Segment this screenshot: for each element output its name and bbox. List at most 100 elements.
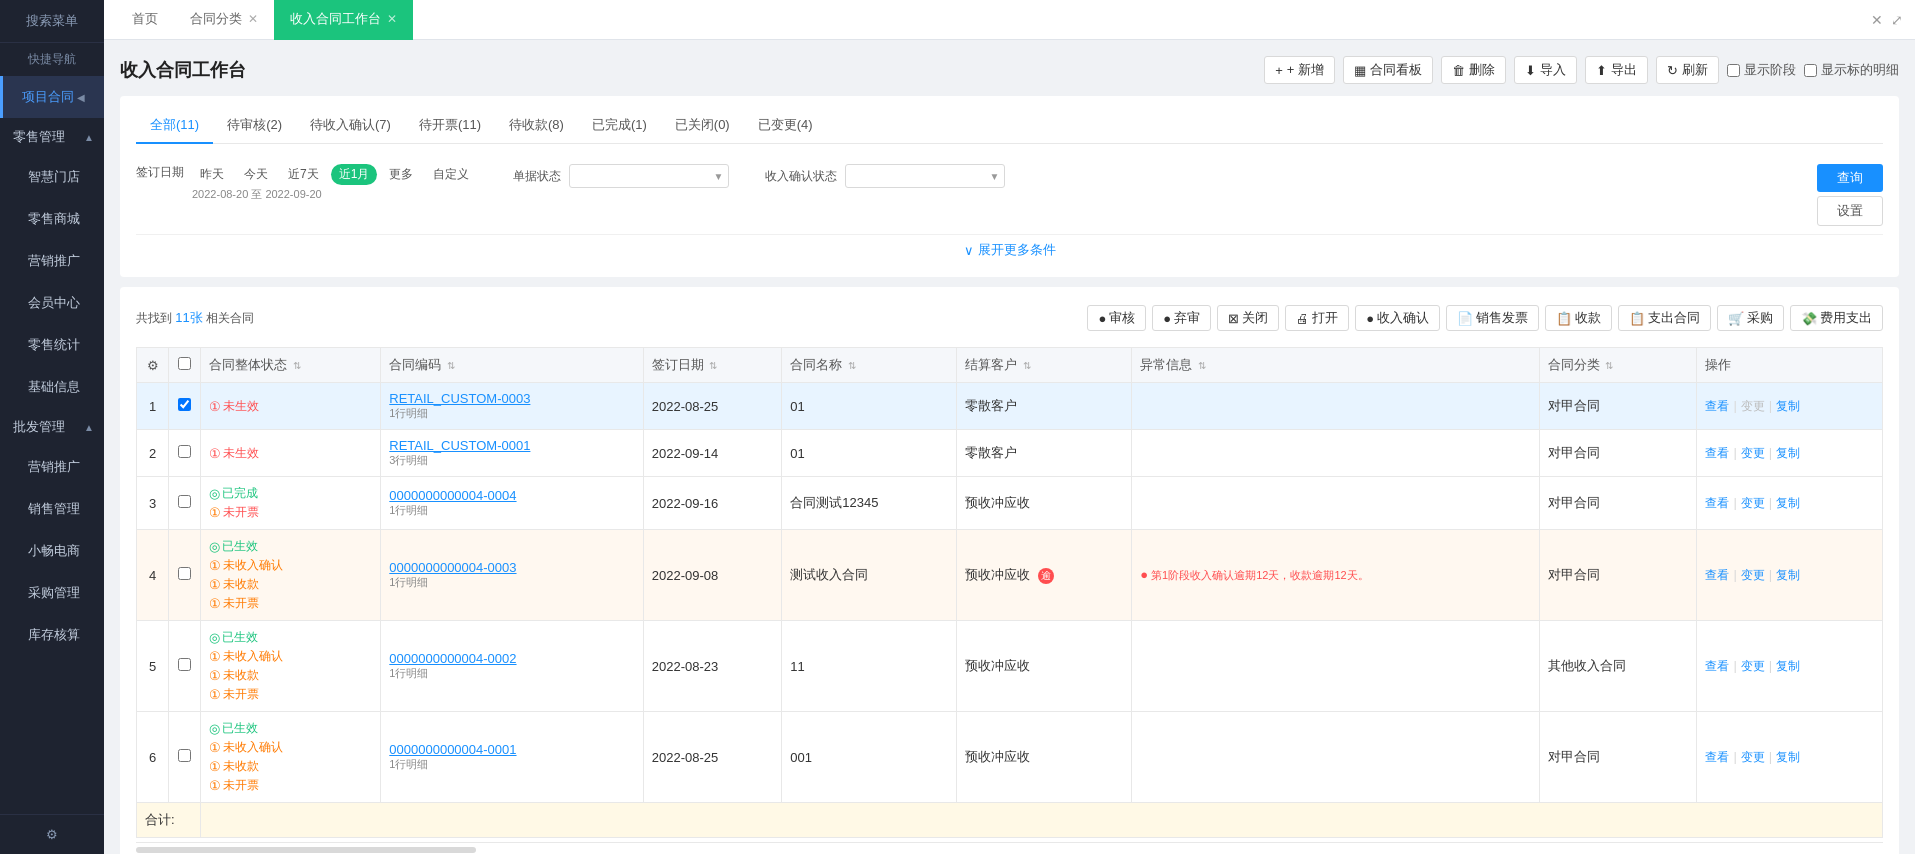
col-checkbox[interactable]	[169, 348, 201, 383]
tab-home[interactable]: 首页	[116, 0, 174, 40]
tab-contract-category[interactable]: 合同分类 ✕	[174, 0, 274, 40]
sidebar-item-wholesale-mgmt[interactable]: 批发管理 ▲	[0, 408, 104, 446]
date-btn-yesterday[interactable]: 昨天	[192, 164, 232, 185]
date-btn-today[interactable]: 今天	[236, 164, 276, 185]
sidebar-item-xiaochange[interactable]: 小畅电商	[0, 530, 104, 572]
abandon-action-btn[interactable]: ● 弃审	[1152, 305, 1211, 331]
filter-tab-pending-payment[interactable]: 待收款(8)	[495, 108, 578, 144]
horizontal-scrollbar[interactable]	[136, 847, 476, 853]
expense-action-btn[interactable]: 💸 费用支出	[1790, 305, 1883, 331]
col-contract-code[interactable]: 合同编码 ⇅	[381, 348, 643, 383]
show-stages-checkbox-label[interactable]: 显示阶段	[1727, 61, 1796, 79]
sidebar-item-project[interactable]: 项目合同 ◀	[0, 76, 104, 118]
contract-code-link[interactable]: RETAIL_CUSTOM-0003	[389, 391, 634, 406]
row-change-btn[interactable]: 变更	[1741, 567, 1765, 584]
cell-checkbox[interactable]	[169, 712, 201, 803]
filter-tab-all[interactable]: 全部(11)	[136, 108, 213, 144]
col-contract-name[interactable]: 合同名称 ⇅	[782, 348, 957, 383]
contract-code-link[interactable]: 0000000000004-0004	[389, 488, 634, 503]
col-exception[interactable]: 异常信息 ⇅	[1132, 348, 1540, 383]
cell-checkbox[interactable]	[169, 621, 201, 712]
kanban-btn[interactable]: ▦ 合同看板	[1343, 56, 1433, 84]
sidebar-nav-header[interactable]: 快捷导航	[0, 43, 104, 76]
cell-checkbox[interactable]	[169, 477, 201, 530]
purchase-action-btn[interactable]: 🛒 采购	[1717, 305, 1784, 331]
row-view-btn[interactable]: 查看	[1705, 658, 1729, 675]
window-maximize-btn[interactable]: ⤢	[1891, 12, 1903, 28]
delete-btn[interactable]: 🗑 删除	[1441, 56, 1506, 84]
row-copy-btn[interactable]: 复制	[1776, 658, 1800, 675]
row-view-btn[interactable]: 查看	[1705, 749, 1729, 766]
show-stages-checkbox[interactable]	[1727, 64, 1740, 77]
row-view-btn[interactable]: 查看	[1705, 398, 1729, 415]
export-btn[interactable]: ⬆ 导出	[1585, 56, 1648, 84]
row-change-btn[interactable]: 变更	[1741, 445, 1765, 462]
sidebar-item-marketing[interactable]: 营销推广	[0, 240, 104, 282]
sidebar-item-sales-mgmt[interactable]: 销售管理	[0, 488, 104, 530]
show-details-checkbox[interactable]	[1804, 64, 1817, 77]
date-btn-last1month[interactable]: 近1月	[331, 164, 378, 185]
select-all-checkbox[interactable]	[178, 357, 191, 370]
row-copy-btn[interactable]: 复制	[1776, 495, 1800, 512]
review-action-btn[interactable]: ● 审核	[1087, 305, 1146, 331]
filter-tab-completed[interactable]: 已完成(1)	[578, 108, 661, 144]
sidebar-item-retail-mgmt[interactable]: 零售管理 ▲	[0, 118, 104, 156]
row-change-btn[interactable]: 变更	[1741, 495, 1765, 512]
row-copy-btn[interactable]: 复制	[1776, 445, 1800, 462]
show-details-checkbox-label[interactable]: 显示标的明细	[1804, 61, 1899, 79]
contract-code-link[interactable]: 0000000000004-0001	[389, 742, 634, 757]
row-copy-btn[interactable]: 复制	[1776, 398, 1800, 415]
col-customer[interactable]: 结算客户 ⇅	[956, 348, 1131, 383]
collection-action-btn[interactable]: 📋 收款	[1545, 305, 1612, 331]
sidebar-search[interactable]: 搜索菜单	[0, 0, 104, 43]
refresh-btn[interactable]: ↻ 刷新	[1656, 56, 1719, 84]
sales-invoice-action-btn[interactable]: 📄 销售发票	[1446, 305, 1539, 331]
import-btn[interactable]: ⬇ 导入	[1514, 56, 1577, 84]
sidebar-item-retail-stat[interactable]: 零售统计	[0, 324, 104, 366]
doc-status-select[interactable]	[569, 164, 729, 188]
date-btn-custom[interactable]: 自定义	[425, 164, 477, 185]
row-view-btn[interactable]: 查看	[1705, 445, 1729, 462]
col-sign-date[interactable]: 签订日期 ⇅	[643, 348, 782, 383]
row-copy-btn[interactable]: 复制	[1776, 567, 1800, 584]
sidebar-item-basic-info[interactable]: 基础信息	[0, 366, 104, 408]
sidebar-item-marketing2[interactable]: 营销推广	[0, 446, 104, 488]
sidebar-item-inventory[interactable]: 库存核算	[0, 614, 104, 656]
tab-income-workbench[interactable]: 收入合同工作台 ✕	[274, 0, 413, 40]
cell-checkbox[interactable]	[169, 430, 201, 477]
filter-tab-pending-review[interactable]: 待审核(2)	[213, 108, 296, 144]
window-close-btn[interactable]: ✕	[1871, 12, 1883, 28]
sidebar-item-smart-store[interactable]: 智慧门店	[0, 156, 104, 198]
output-contract-action-btn[interactable]: 📋 支出合同	[1618, 305, 1711, 331]
col-overall-status[interactable]: 合同整体状态 ⇅	[201, 348, 381, 383]
contract-code-link[interactable]: 0000000000004-0002	[389, 651, 634, 666]
date-btn-more[interactable]: 更多	[381, 164, 421, 185]
sidebar-settings-btn[interactable]: ⚙	[0, 815, 104, 854]
contract-code-link[interactable]: RETAIL_CUSTOM-0001	[389, 438, 634, 453]
row-change-btn[interactable]: 变更	[1741, 658, 1765, 675]
sidebar-item-purchase-mgmt[interactable]: 采购管理	[0, 572, 104, 614]
row-change-btn[interactable]: 变更	[1741, 749, 1765, 766]
income-confirm-select[interactable]	[845, 164, 1005, 188]
filter-tab-pending-confirm[interactable]: 待收入确认(7)	[296, 108, 405, 144]
filter-setting-btn[interactable]: 设置	[1817, 196, 1883, 226]
cell-checkbox[interactable]	[169, 530, 201, 621]
col-category[interactable]: 合同分类 ⇅	[1539, 348, 1697, 383]
sidebar-item-member[interactable]: 会员中心	[0, 282, 104, 324]
expand-btn[interactable]: ∨ 展开更多条件	[964, 241, 1056, 259]
filter-tab-closed[interactable]: 已关闭(0)	[661, 108, 744, 144]
close-action-btn[interactable]: ⊠ 关闭	[1217, 305, 1279, 331]
tab-close-contract-category[interactable]: ✕	[248, 12, 258, 26]
query-btn[interactable]: 查询	[1817, 164, 1883, 192]
filter-tab-pending-invoice[interactable]: 待开票(11)	[405, 108, 495, 144]
new-btn[interactable]: + + 新增	[1264, 56, 1335, 84]
contract-code-link[interactable]: 0000000000004-0003	[389, 560, 634, 575]
row-view-btn[interactable]: 查看	[1705, 495, 1729, 512]
sidebar-item-retail-mall[interactable]: 零售商城	[0, 198, 104, 240]
row-view-btn[interactable]: 查看	[1705, 567, 1729, 584]
col-settings[interactable]: ⚙	[137, 348, 169, 383]
filter-tab-changed[interactable]: 已变更(4)	[744, 108, 827, 144]
date-btn-last7[interactable]: 近7天	[280, 164, 327, 185]
print-action-btn[interactable]: 🖨 打开	[1285, 305, 1349, 331]
tab-close-income-workbench[interactable]: ✕	[387, 12, 397, 26]
